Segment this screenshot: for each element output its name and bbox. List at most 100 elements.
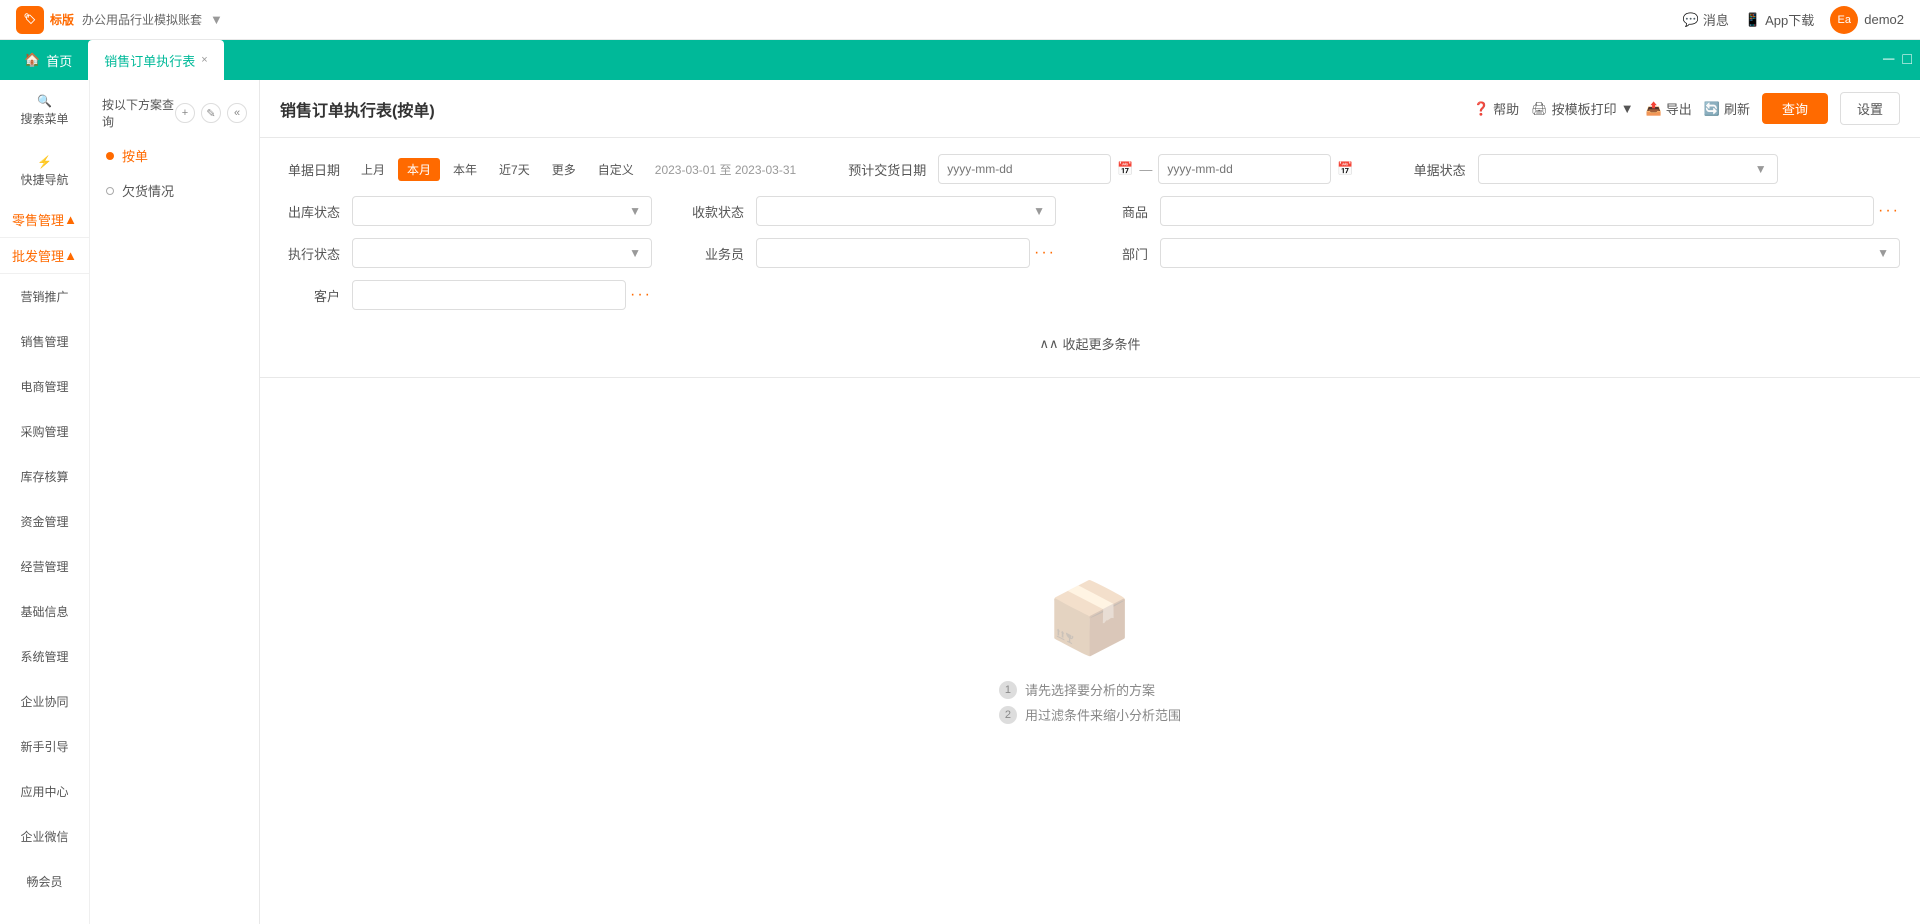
- payment-chevron-icon: ▼: [1033, 204, 1045, 218]
- settings-btn[interactable]: 设置: [1840, 92, 1900, 125]
- sidebar-item-quick-nav[interactable]: ⚡ 快捷导航: [0, 141, 89, 202]
- message-icon: 💬: [1683, 12, 1699, 28]
- sidebar-item-enterprise[interactable]: 企业协同: [0, 679, 89, 724]
- active-dot: [106, 152, 114, 160]
- sidebar-item-sales[interactable]: 销售管理: [0, 319, 89, 364]
- expected-date-range: 📅 — 📅: [938, 154, 1353, 184]
- customer-label: 客户: [280, 286, 340, 305]
- empty-illustration: 📦: [1046, 578, 1133, 660]
- sidebar-item-search[interactable]: 🔍 搜索菜单: [0, 80, 89, 141]
- left-panel-header: 按以下方案查询 + ✎ «: [90, 88, 259, 138]
- empty-state: 📦 1 请先选择要分析的方案 2 用过滤条件来缩小分析范围: [260, 378, 1920, 924]
- period-this-year[interactable]: 本年: [444, 158, 486, 181]
- status-select[interactable]: ▼: [1478, 154, 1778, 184]
- period-7days[interactable]: 近7天: [490, 158, 539, 181]
- expected-date-start[interactable]: [938, 154, 1111, 184]
- add-scheme-btn[interactable]: +: [175, 103, 195, 123]
- outbound-chevron-icon: ▼: [629, 204, 641, 218]
- collapse-panel-btn[interactable]: «: [227, 103, 247, 123]
- inactive-dot: [106, 187, 114, 195]
- topbar-right: 💬 消息 📱 App下载 Ea demo2: [1683, 6, 1904, 34]
- search-icon: 🔍: [37, 94, 52, 108]
- topbar: 🏷 标版 办公用品行业模拟账套 ▼ 💬 消息 📱 App下载 Ea demo2: [0, 0, 1920, 40]
- user-area[interactable]: Ea demo2: [1830, 6, 1904, 34]
- calendar-icon-end[interactable]: 📅: [1337, 161, 1353, 177]
- tip-num-2: 2: [999, 706, 1017, 724]
- tab-home[interactable]: 🏠 首页: [8, 40, 88, 80]
- maximize-icon[interactable]: □: [1902, 51, 1912, 69]
- left-panel-icons: + ✎ «: [175, 103, 247, 123]
- salesperson-dots-btn[interactable]: ···: [1034, 244, 1056, 262]
- payment-select[interactable]: ▼: [756, 196, 1056, 226]
- scheme-item-by-order[interactable]: 按单: [90, 138, 259, 173]
- breadcrumb: 办公用品行业模拟账套: [82, 11, 202, 28]
- sidebar-item-system[interactable]: 系统管理: [0, 634, 89, 679]
- nav-tabs: 🏠 首页 销售订单执行表 × ─ □: [0, 40, 1920, 80]
- export-btn[interactable]: 📤 导出: [1646, 99, 1692, 118]
- period-buttons: 上月 本月 本年 近7天 更多 自定义: [352, 158, 643, 181]
- search-btn[interactable]: 查询: [1762, 93, 1828, 124]
- exec-select[interactable]: ▼: [352, 238, 652, 268]
- expected-date-end[interactable]: [1158, 154, 1331, 184]
- outbound-select[interactable]: ▼: [352, 196, 652, 226]
- date-range-display: 2023-03-01 至 2023-03-31: [655, 161, 796, 178]
- sidebar-item-basic-info[interactable]: 基础信息: [0, 589, 89, 634]
- topbar-left: 🏷 标版 办公用品行业模拟账套 ▼: [16, 6, 223, 34]
- goods-input[interactable]: [1160, 196, 1874, 226]
- sidebar-item-retail[interactable]: 零售管理 ▲: [0, 202, 89, 238]
- app-download-icon: 📱: [1745, 12, 1761, 28]
- sidebar-item-inventory[interactable]: 库存核算: [0, 454, 89, 499]
- wholesale-arrow: ▲: [64, 248, 77, 263]
- sidebar-item-purchase[interactable]: 采购管理: [0, 409, 89, 454]
- sidebar-item-wholesale[interactable]: 批发管理 ▲: [0, 238, 89, 274]
- message-btn[interactable]: 💬 消息: [1683, 10, 1729, 29]
- period-this-month[interactable]: 本月: [398, 158, 440, 181]
- edit-scheme-btn[interactable]: ✎: [201, 103, 221, 123]
- scheme-item-shortage[interactable]: 欠货情况: [90, 173, 259, 208]
- sidebar-item-operations[interactable]: 经营管理: [0, 544, 89, 589]
- sidebar-item-app-center[interactable]: 应用中心: [0, 769, 89, 814]
- goods-label: 商品: [1088, 202, 1148, 221]
- empty-tip-2: 2 用过滤条件来缩小分析范围: [999, 705, 1181, 724]
- date-separator: —: [1139, 162, 1152, 177]
- customer-dots-btn[interactable]: ···: [630, 286, 652, 304]
- tab-close-icon[interactable]: ×: [201, 54, 207, 66]
- page-title: 销售订单执行表(按单): [280, 97, 435, 121]
- minimize-icon[interactable]: ─: [1883, 51, 1894, 69]
- page-actions: ❓ 帮助 🖨 按模板打印 ▼ 📤 导出 🔄 刷新 查询 设置: [1473, 92, 1900, 125]
- collapse-btn[interactable]: ∧∧ 收起更多条件: [288, 334, 1892, 353]
- refresh-btn[interactable]: 🔄 刷新: [1704, 99, 1750, 118]
- print-arrow-icon: ▼: [1621, 101, 1634, 116]
- period-custom[interactable]: 自定义: [589, 158, 643, 181]
- sidebar-item-wechat[interactable]: 企业微信: [0, 814, 89, 859]
- calendar-icon-start[interactable]: 📅: [1117, 161, 1133, 177]
- page-header: 销售订单执行表(按单) ❓ 帮助 🖨 按模板打印 ▼ 📤 导出 🔄 刷新: [260, 80, 1920, 138]
- export-icon: 📤: [1646, 101, 1662, 117]
- help-icon: ❓: [1473, 101, 1489, 117]
- period-more[interactable]: 更多: [543, 158, 585, 181]
- sidebar-item-member[interactable]: 畅会员: [0, 859, 89, 904]
- left-panel-title: 按以下方案查询: [102, 96, 175, 130]
- app-download-btn[interactable]: 📱 App下载: [1745, 10, 1814, 29]
- customer-input[interactable]: [352, 280, 626, 310]
- salesperson-input[interactable]: [756, 238, 1030, 268]
- sidebar-item-ecommerce[interactable]: 电商管理: [0, 364, 89, 409]
- collapse-area: ∧∧ 收起更多条件: [280, 322, 1900, 361]
- dept-select[interactable]: ▼: [1160, 238, 1900, 268]
- sidebar-item-finance[interactable]: 资金管理: [0, 499, 89, 544]
- print-icon: 🖨: [1531, 101, 1548, 117]
- sidebar-item-newbie[interactable]: 新手引导: [0, 724, 89, 769]
- status-label: 单据状态: [1406, 160, 1466, 179]
- help-btn[interactable]: ❓ 帮助: [1473, 99, 1519, 118]
- nav-window-actions: ─ □: [1883, 51, 1912, 69]
- sidebar-item-marketing[interactable]: 营销推广: [0, 274, 89, 319]
- dept-chevron-icon: ▼: [1877, 246, 1889, 260]
- logo[interactable]: 🏷 标版: [16, 6, 74, 34]
- content-area: 销售订单执行表(按单) ❓ 帮助 🖨 按模板打印 ▼ 📤 导出 🔄 刷新: [260, 80, 1920, 924]
- goods-dots-btn[interactable]: ···: [1878, 202, 1900, 220]
- period-last-month[interactable]: 上月: [352, 158, 394, 181]
- print-btn[interactable]: 🖨 按模板打印 ▼: [1531, 99, 1633, 118]
- collapse-up-icon: ∧∧: [1039, 336, 1058, 352]
- tab-sales-order[interactable]: 销售订单执行表 ×: [88, 40, 223, 80]
- breadcrumb-arrow[interactable]: ▼: [210, 12, 223, 27]
